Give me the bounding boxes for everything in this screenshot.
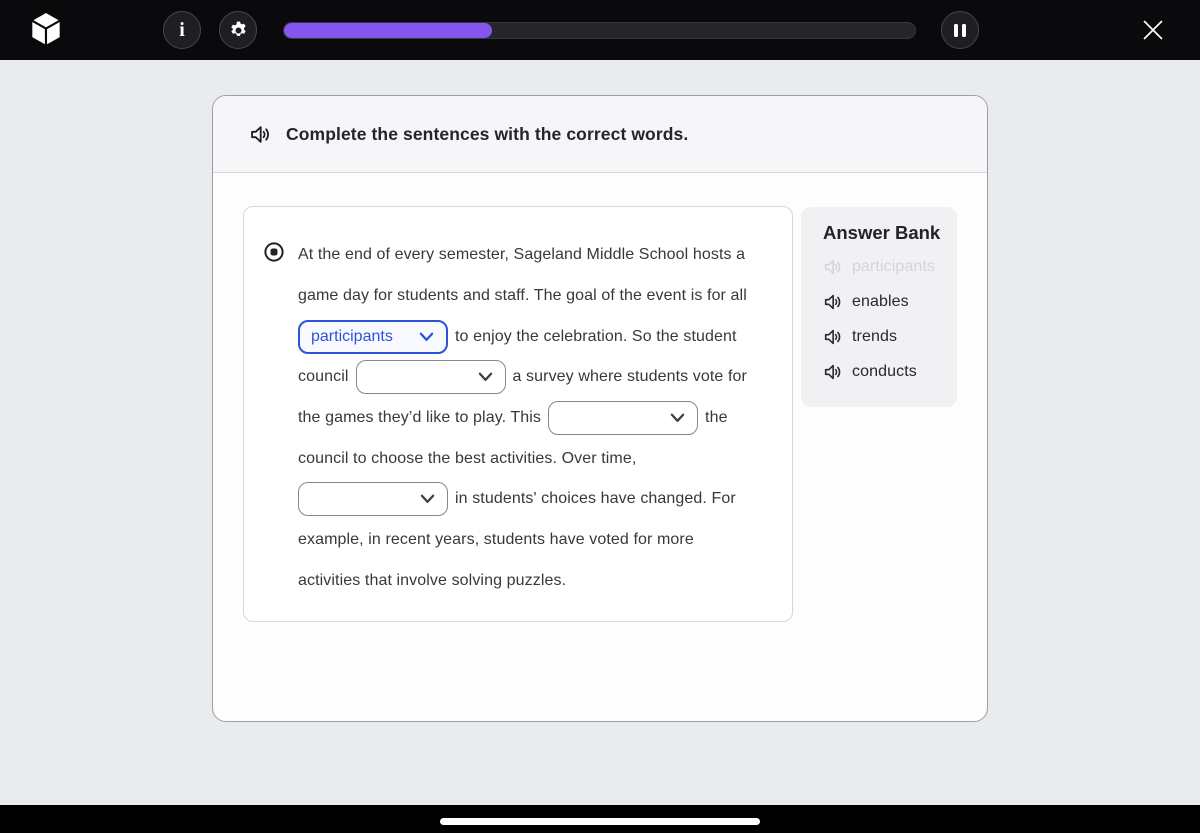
record-bullet-icon [263,241,285,263]
prompt-speaker-icon[interactable] [249,123,272,146]
passage-line: council to choose the best activities. O… [298,438,780,479]
passage-text-segment: council to choose the best activities. O… [298,449,637,467]
answer-bank-item-label: conducts [852,363,917,380]
passage-line: council a survey where students vote for [298,357,780,398]
chevron-down-icon [419,332,434,342]
question-card-header: Complete the sentences with the correct … [213,96,987,173]
answer-dropdown[interactable]: participants [298,319,448,354]
home-indicator[interactable] [440,818,760,825]
chevron-down-icon [478,372,493,382]
passage-text-segment: game day for students and staff. The goa… [298,287,747,305]
answer-bank-item-label: enables [852,293,909,310]
close-icon [1143,20,1163,40]
pause-button[interactable] [941,11,979,49]
speaker-icon[interactable] [823,292,843,312]
progress-bar [283,22,916,39]
bottombar [0,805,1200,833]
passage-line: the games they’d like to play. This the [298,398,780,439]
close-button[interactable] [1140,17,1166,43]
answer-bank-title: Answer Bank [823,222,941,243]
settings-button[interactable] [219,11,257,49]
app-window: i Complete the sentences with the correc… [0,0,1200,833]
passage-text-segment: in students' choices have changed. For [455,490,736,508]
answer-dropdown[interactable] [298,482,448,517]
passage-line: example, in recent years, students have … [298,520,780,561]
answer-dropdown[interactable] [355,360,506,395]
passage-text: At the end of every semester, Sageland M… [298,235,780,601]
answer-bank-item[interactable]: enables [823,292,947,312]
answer-bank-item: participants [823,257,947,277]
gear-icon [230,21,246,36]
passage-text-segment: council [298,368,349,386]
answer-bank-items: participants enables trends conducts [823,257,947,382]
answer-dropdown[interactable] [548,401,699,436]
answer-bank-item-label: participants [852,258,936,275]
answer-bank-item-label: trends [852,328,898,345]
speaker-icon[interactable] [823,327,843,347]
passage-text-segment: a survey where students vote for [512,368,747,386]
chevron-down-icon [670,413,685,423]
passage-text-segment: example, in recent years, students have … [298,531,694,549]
topbar: i [0,0,1200,60]
dropdown-value: participants [311,327,393,345]
passage-line: activities that involve solving puzzles. [298,561,780,602]
cube-logo-icon [27,10,65,50]
answer-bank-item[interactable]: trends [823,327,947,347]
passage-line: in students' choices have changed. For [298,479,780,520]
passage-line: participants to enjoy the celebration. So… [298,316,780,357]
question-card: Complete the sentences with the correct … [212,95,988,722]
prompt-title: Complete the sentences with the correct … [286,123,689,144]
info-button[interactable]: i [163,11,201,49]
passage-line: At the end of every semester, Sageland M… [298,235,780,276]
passage-text-segment: the [705,409,728,427]
pause-icon [954,23,966,37]
passage-text-segment: to enjoy the celebration. So the student [455,327,737,345]
passage-panel: At the end of every semester, Sageland M… [243,206,793,622]
passage-line: game day for students and staff. The goa… [298,276,780,317]
answer-bank-item[interactable]: conducts [823,362,947,382]
speaker-icon[interactable] [823,362,843,382]
chevron-down-icon [420,494,435,504]
passage-text-segment: activities that involve solving puzzles. [298,571,567,589]
passage-text-segment: At the end of every semester, Sageland M… [298,246,746,264]
info-icon: i [179,19,185,41]
speaker-icon [823,257,843,277]
passage-text-segment: the games they’d like to play. This [298,409,542,427]
answer-bank: Answer Bank participants enables trends con… [801,207,957,407]
progress-fill [284,23,493,38]
